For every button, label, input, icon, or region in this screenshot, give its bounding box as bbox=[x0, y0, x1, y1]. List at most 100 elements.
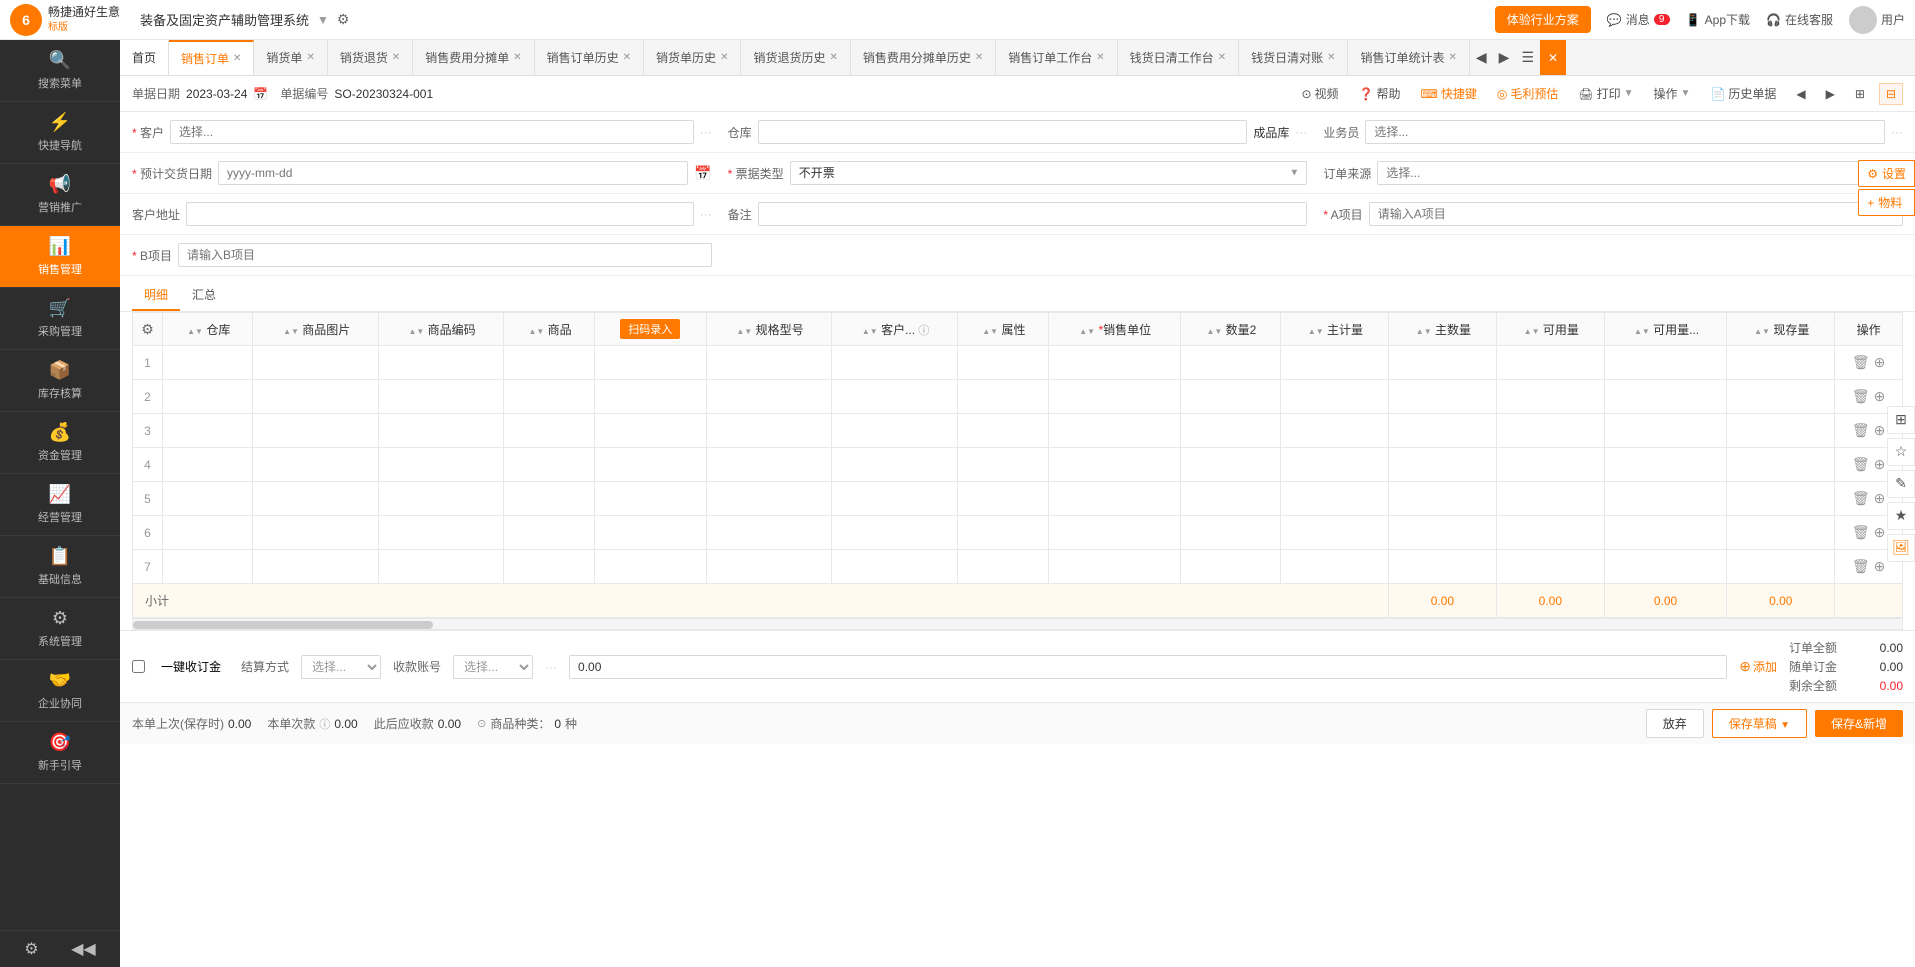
table-cell[interactable] bbox=[1496, 346, 1604, 380]
sidebar-item-marketing[interactable]: 📢 营销推广 bbox=[0, 164, 120, 226]
tab-cash-workbench[interactable]: 钱货日清工作台 ✕ bbox=[1118, 40, 1239, 76]
table-cell[interactable] bbox=[1604, 448, 1726, 482]
table-cell[interactable] bbox=[958, 448, 1048, 482]
rfb-image[interactable]: 🖼 bbox=[1887, 534, 1915, 562]
sidebar-item-system[interactable]: ⚙ 系统管理 bbox=[0, 598, 120, 660]
next-record-btn[interactable]: ▶ bbox=[1820, 84, 1841, 104]
form-view-btn[interactable]: ⊟ bbox=[1879, 83, 1903, 105]
print-dropdown-icon[interactable]: ▼ bbox=[1624, 88, 1634, 99]
table-cell[interactable] bbox=[1604, 346, 1726, 380]
table-cell[interactable] bbox=[253, 516, 378, 550]
copy-row-icon[interactable]: ⊕ bbox=[1874, 354, 1886, 371]
table-cell[interactable] bbox=[378, 414, 503, 448]
horizontal-scrollbar[interactable] bbox=[132, 618, 1903, 630]
table-cell[interactable] bbox=[1280, 346, 1388, 380]
rfb-star[interactable]: ★ bbox=[1887, 502, 1915, 530]
sidebar-item-operation[interactable]: 📈 经营管理 bbox=[0, 474, 120, 536]
table-cell[interactable] bbox=[1048, 550, 1180, 584]
table-cell[interactable] bbox=[1604, 380, 1726, 414]
table-cell[interactable] bbox=[594, 448, 706, 482]
shortcut-action[interactable]: ⌨ 快捷键 bbox=[1415, 82, 1483, 105]
table-cell[interactable] bbox=[594, 414, 706, 448]
table-cell[interactable] bbox=[958, 346, 1048, 380]
copy-row-icon[interactable]: ⊕ bbox=[1874, 490, 1886, 507]
payment-select[interactable]: 选择... bbox=[301, 655, 381, 679]
table-cell[interactable] bbox=[1496, 516, 1604, 550]
invoice-type-select[interactable]: 不开票 bbox=[790, 161, 1308, 185]
product-count-icon[interactable]: ⊙ bbox=[477, 717, 486, 730]
table-cell[interactable] bbox=[1180, 550, 1280, 584]
settings-bottom-icon[interactable]: ⚙ bbox=[24, 939, 38, 959]
sidebar-item-basic[interactable]: 📋 基础信息 bbox=[0, 536, 120, 598]
table-cell[interactable] bbox=[504, 448, 594, 482]
table-cell[interactable] bbox=[378, 346, 503, 380]
prev-record-btn[interactable]: ◀ bbox=[1790, 84, 1811, 104]
sort-spec-icon[interactable]: ▲▼ bbox=[736, 328, 752, 336]
table-cell[interactable] bbox=[594, 380, 706, 414]
table-cell[interactable] bbox=[1048, 380, 1180, 414]
table-cell[interactable] bbox=[594, 482, 706, 516]
sort-qty2-icon[interactable]: ▲▼ bbox=[1206, 328, 1222, 336]
tab-sales-bill[interactable]: 销货单 ✕ bbox=[254, 40, 327, 76]
table-cell[interactable] bbox=[1727, 448, 1835, 482]
table-cell[interactable] bbox=[958, 414, 1048, 448]
table-cell[interactable] bbox=[1727, 380, 1835, 414]
settings-icon[interactable]: ⚙ bbox=[337, 11, 350, 28]
table-cell[interactable] bbox=[1727, 516, 1835, 550]
table-cell[interactable] bbox=[1048, 482, 1180, 516]
tab-detail[interactable]: 明细 bbox=[132, 280, 180, 311]
table-cell[interactable] bbox=[832, 482, 958, 516]
table-cell[interactable] bbox=[958, 482, 1048, 516]
table-cell[interactable] bbox=[1496, 380, 1604, 414]
table-cell[interactable] bbox=[1496, 414, 1604, 448]
scan-btn[interactable]: 扫码录入 bbox=[620, 319, 680, 339]
table-cell[interactable] bbox=[504, 380, 594, 414]
help-action[interactable]: ❓ 帮助 bbox=[1353, 82, 1407, 105]
table-cell[interactable] bbox=[1388, 346, 1496, 380]
table-cell[interactable] bbox=[832, 516, 958, 550]
table-cell[interactable] bbox=[163, 414, 253, 448]
table-cell[interactable] bbox=[958, 516, 1048, 550]
sidebar-item-sales[interactable]: 📊 销售管理 bbox=[0, 226, 120, 288]
dropdown-arrow-icon[interactable]: ▼ bbox=[317, 13, 329, 27]
industry-btn[interactable]: 体验行业方案 bbox=[1495, 6, 1591, 33]
operate-action[interactable]: 操作 ▼ bbox=[1648, 82, 1697, 105]
info-icon-footer[interactable]: ⓘ bbox=[319, 716, 330, 732]
tab-home[interactable]: 首页 bbox=[120, 40, 169, 76]
table-cell[interactable] bbox=[163, 516, 253, 550]
table-cell[interactable] bbox=[706, 380, 831, 414]
sidebar-item-purchase[interactable]: 🛒 采购管理 bbox=[0, 288, 120, 350]
copy-row-icon[interactable]: ⊕ bbox=[1874, 456, 1886, 473]
table-cell[interactable] bbox=[504, 516, 594, 550]
tab-close-reconcile[interactable]: ✕ bbox=[1327, 52, 1335, 63]
delete-row-icon[interactable]: 🗑 bbox=[1852, 524, 1870, 541]
copy-row-icon[interactable]: ⊕ bbox=[1874, 558, 1886, 575]
a-project-input[interactable] bbox=[1369, 202, 1903, 226]
tab-summary[interactable]: 汇总 bbox=[180, 280, 228, 311]
table-cell[interactable] bbox=[832, 346, 958, 380]
delete-row-icon[interactable]: 🗑 bbox=[1852, 558, 1870, 575]
table-cell[interactable] bbox=[163, 448, 253, 482]
app-download-item[interactable]: 📱 App下载 bbox=[1686, 11, 1750, 28]
table-cell[interactable] bbox=[706, 414, 831, 448]
table-cell[interactable] bbox=[1388, 448, 1496, 482]
table-cell[interactable] bbox=[1388, 550, 1496, 584]
tab-nav-menu[interactable]: ☰ bbox=[1515, 40, 1540, 76]
table-cell[interactable] bbox=[1727, 482, 1835, 516]
tab-close-order-history[interactable]: ✕ bbox=[623, 52, 631, 63]
save-new-btn[interactable]: 保存&新增 bbox=[1815, 710, 1903, 737]
table-cell[interactable] bbox=[1048, 414, 1180, 448]
gear-icon[interactable]: ⚙ bbox=[141, 321, 154, 337]
user-item[interactable]: 用户 bbox=[1849, 6, 1905, 34]
b-project-input[interactable] bbox=[178, 243, 712, 267]
note-input[interactable] bbox=[758, 202, 1308, 226]
warehouse-more-btn[interactable]: ··· bbox=[1295, 125, 1307, 139]
sort-img-icon[interactable]: ▲▼ bbox=[283, 328, 299, 336]
table-cell[interactable] bbox=[1388, 482, 1496, 516]
sidebar-item-search[interactable]: 🔍 搜索菜单 bbox=[0, 40, 120, 102]
tab-return-history[interactable]: 销货退货历史 ✕ bbox=[741, 40, 850, 76]
th-gear[interactable]: ⚙ bbox=[133, 313, 163, 346]
delete-row-icon[interactable]: 🗑 bbox=[1852, 354, 1870, 371]
table-cell[interactable] bbox=[706, 516, 831, 550]
order-source-input[interactable] bbox=[1377, 161, 1885, 185]
